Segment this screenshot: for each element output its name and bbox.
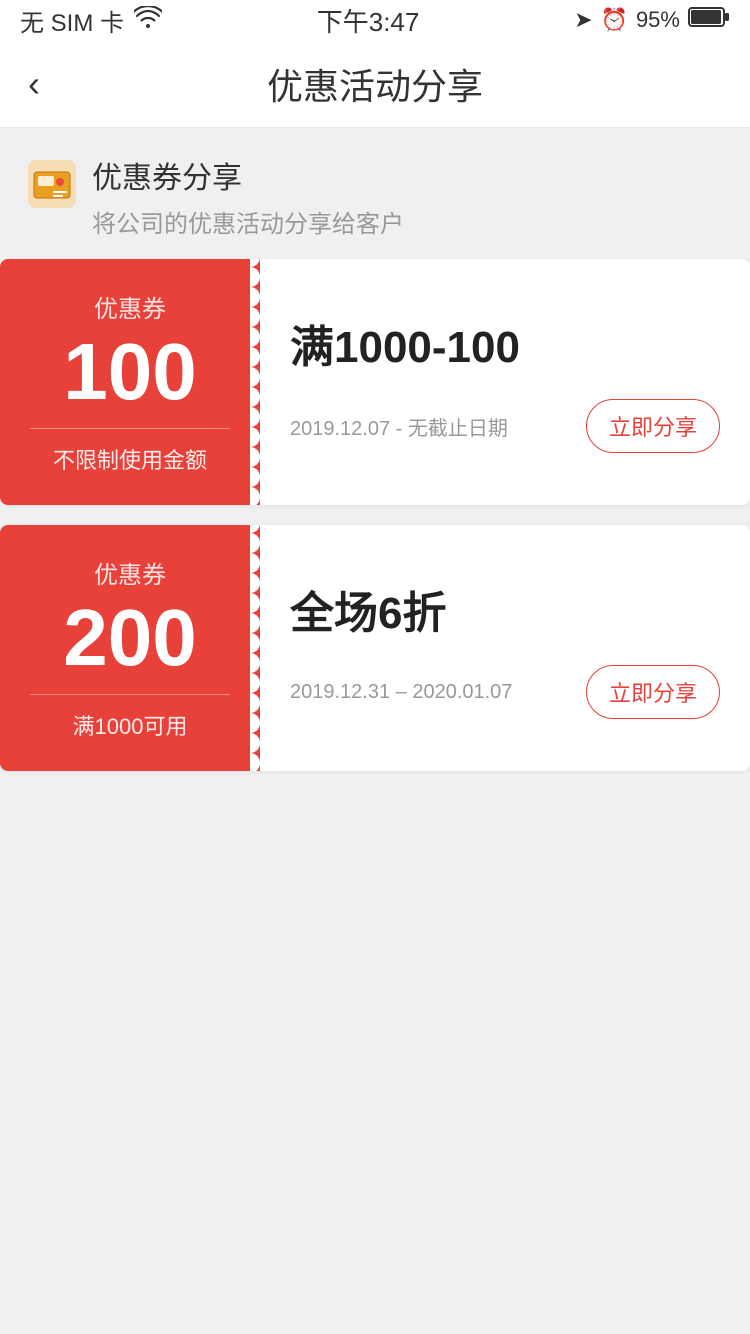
battery-text: 95% bbox=[636, 7, 680, 33]
coupon-name-2: 全场6折 bbox=[290, 577, 720, 641]
coupon-date-1: 2019.12.07 - 无截止日期 bbox=[290, 412, 570, 441]
coupon-right-1: 满1000-100 2019.12.07 - 无截止日期 立即分享 bbox=[260, 259, 750, 505]
status-time: 下午3:47 bbox=[317, 2, 420, 39]
coupon-card-2: 优惠券 200 满1000可用 全场6折 2019.12.31 – 2020.0… bbox=[0, 525, 750, 771]
coupon-left-1: 优惠券 100 不限制使用金额 bbox=[0, 259, 260, 505]
nav-title: 优惠活动分享 bbox=[267, 58, 483, 110]
share-button-2[interactable]: 立即分享 bbox=[586, 665, 720, 719]
coupon-share-icon bbox=[28, 160, 76, 208]
status-left: 无 SIM 卡 bbox=[20, 3, 162, 38]
wifi-icon bbox=[134, 6, 162, 35]
section-header: 优惠券分享 将公司的优惠活动分享给客户 bbox=[0, 128, 750, 259]
status-bar: 无 SIM 卡 下午3:47 ➤ ⏰ 95% bbox=[0, 0, 750, 40]
coupons-list: 优惠券 100 不限制使用金额 满1000-100 2019.12.07 - 无… bbox=[0, 259, 750, 831]
battery-icon bbox=[688, 6, 730, 34]
section-subtitle: 将公司的优惠活动分享给客户 bbox=[92, 204, 404, 239]
share-button-1[interactable]: 立即分享 bbox=[586, 399, 720, 453]
coupon-left-2: 优惠券 200 满1000可用 bbox=[0, 525, 260, 771]
coupon-divider-1 bbox=[30, 428, 230, 429]
status-right: ➤ ⏰ 95% bbox=[574, 6, 730, 34]
carrier-text: 无 SIM 卡 bbox=[20, 3, 124, 38]
coupon-amount-2: 200 bbox=[63, 598, 196, 678]
coupon-name-1: 满1000-100 bbox=[290, 311, 720, 375]
coupon-meta-1: 2019.12.07 - 无截止日期 立即分享 bbox=[290, 399, 720, 453]
coupon-condition-1: 不限制使用金额 bbox=[53, 443, 207, 475]
location-icon: ➤ bbox=[574, 7, 592, 33]
section-text: 优惠券分享 将公司的优惠活动分享给客户 bbox=[92, 158, 404, 239]
back-button[interactable]: ‹ bbox=[28, 63, 40, 105]
coupon-label-2: 优惠券 bbox=[94, 555, 166, 590]
section-title: 优惠券分享 bbox=[92, 158, 404, 200]
coupon-right-2: 全场6折 2019.12.31 – 2020.01.07 立即分享 bbox=[260, 525, 750, 771]
coupon-amount-1: 100 bbox=[63, 332, 196, 412]
empty-area bbox=[0, 831, 750, 1331]
coupon-card-1: 优惠券 100 不限制使用金额 满1000-100 2019.12.07 - 无… bbox=[0, 259, 750, 505]
coupon-meta-2: 2019.12.31 – 2020.01.07 立即分享 bbox=[290, 665, 720, 719]
coupon-label-1: 优惠券 bbox=[94, 289, 166, 324]
coupon-divider-2 bbox=[30, 694, 230, 695]
coupon-condition-2: 满1000可用 bbox=[73, 709, 188, 741]
alarm-icon: ⏰ bbox=[601, 7, 628, 33]
nav-bar: ‹ 优惠活动分享 bbox=[0, 40, 750, 128]
coupon-date-2: 2019.12.31 – 2020.01.07 bbox=[290, 681, 570, 704]
